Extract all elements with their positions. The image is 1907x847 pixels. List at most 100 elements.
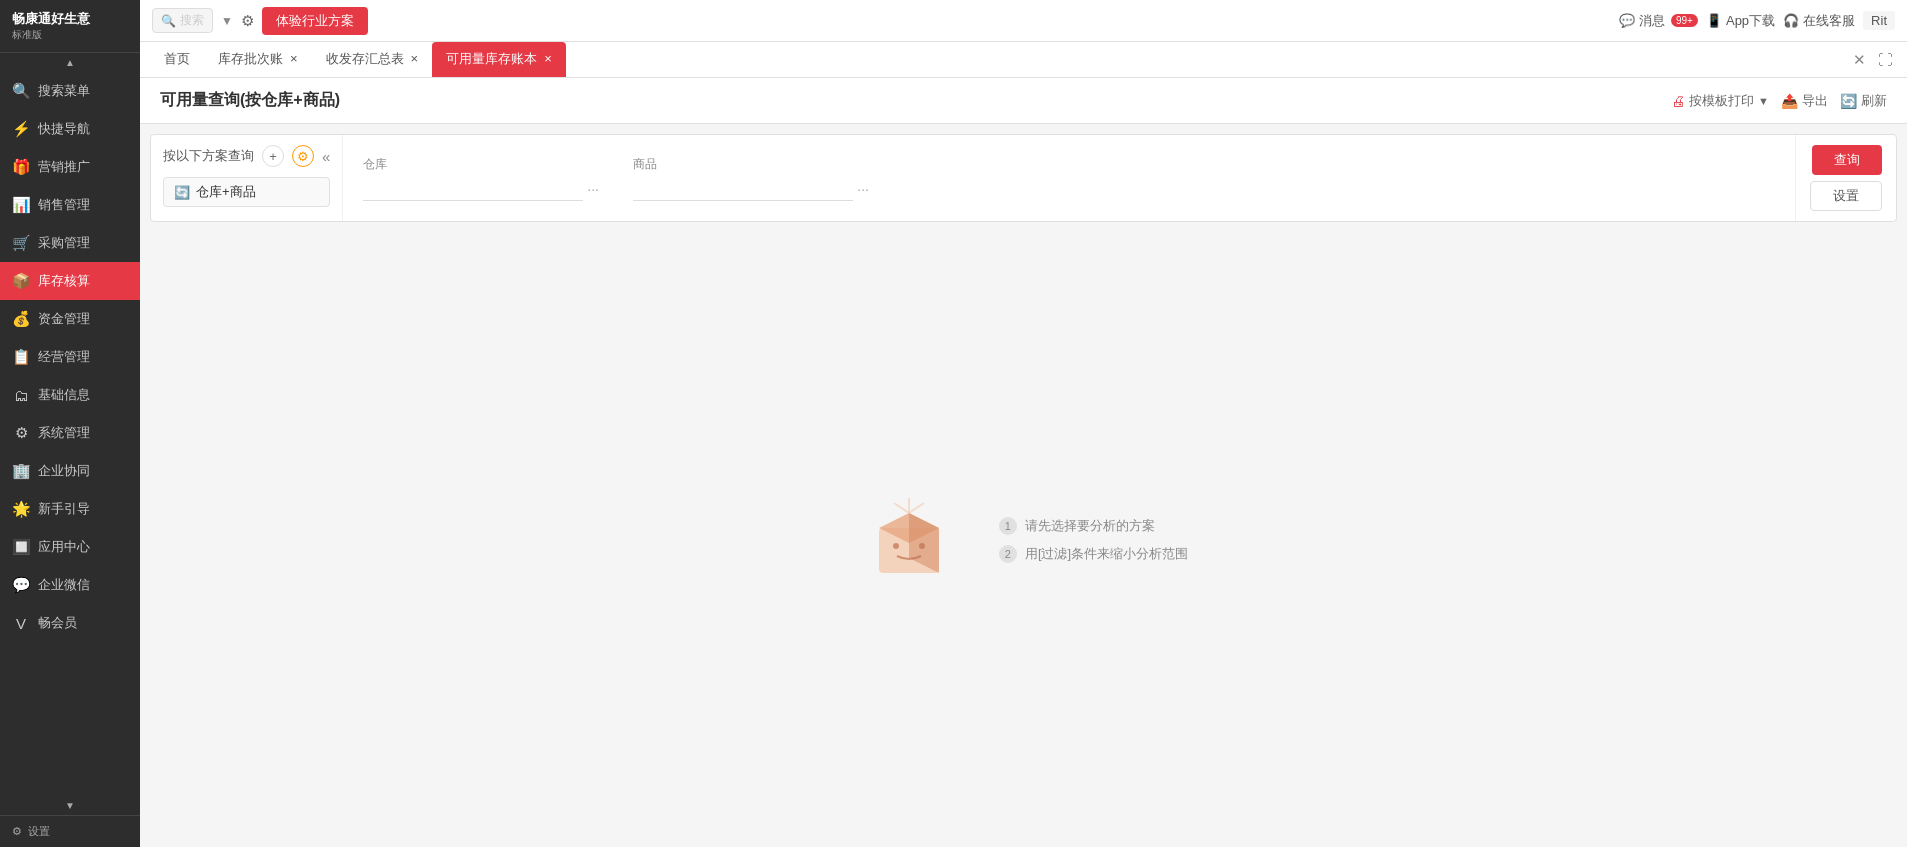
sidebar-item-label: 销售管理 bbox=[38, 196, 90, 214]
empty-state-inner: 1 请先选择要分析的方案 2 用[过滤]条件来缩小分析范围 bbox=[859, 488, 1188, 591]
product-input[interactable] bbox=[633, 177, 853, 201]
content-area: 可用量查询(按仓库+商品) 🖨 按模板打印 ▼ 📤 导出 🔄 刷新 bbox=[140, 78, 1907, 847]
sidebar-item-system[interactable]: ⚙ 系统管理 bbox=[0, 414, 140, 452]
export-label: 导出 bbox=[1802, 92, 1828, 110]
print-dropdown-icon[interactable]: ▼ bbox=[1758, 95, 1769, 107]
sidebar-item-shortcut[interactable]: ⚡ 快捷导航 bbox=[0, 110, 140, 148]
empty-tip-1: 1 请先选择要分析的方案 bbox=[999, 517, 1188, 535]
app-name: 畅康通好生意 bbox=[12, 10, 128, 28]
filter-add-btn[interactable]: + bbox=[262, 145, 284, 167]
sidebar-item-basic[interactable]: 🗂 基础信息 bbox=[0, 376, 140, 414]
refresh-action[interactable]: 🔄 刷新 bbox=[1840, 92, 1887, 110]
tab-batch-ledger[interactable]: 库存批次账 × bbox=[204, 42, 312, 77]
sidebar-header: 畅康通好生意 标准版 bbox=[0, 0, 140, 53]
filter-actions: 查询 设置 bbox=[1795, 135, 1896, 221]
svg-line-5 bbox=[894, 503, 909, 513]
cart-icon: 🛒 bbox=[12, 234, 30, 252]
tab-home[interactable]: 首页 bbox=[150, 42, 204, 77]
tab-close-all-icon[interactable]: ✕ bbox=[1849, 51, 1870, 69]
sidebar-scroll-down[interactable]: ▼ bbox=[0, 796, 140, 815]
tip-text-1: 请先选择要分析的方案 bbox=[1025, 517, 1155, 535]
sidebar-item-inventory[interactable]: 📦 库存核算 bbox=[0, 262, 140, 300]
filter-title: 按以下方案查询 bbox=[163, 147, 254, 165]
print-label: 按模板打印 bbox=[1689, 92, 1754, 110]
sidebar: 畅康通好生意 标准版 ▲ 🔍 搜索菜单 ⚡ 快捷导航 🎁 营销推广 📊 销售管理… bbox=[0, 0, 140, 847]
warehouse-field: 仓库 ··· bbox=[363, 156, 603, 201]
page-header-actions: 🖨 按模板打印 ▼ 📤 导出 🔄 刷新 bbox=[1671, 92, 1887, 110]
warehouse-more-btn[interactable]: ··· bbox=[587, 181, 599, 197]
sidebar-item-label: 营销推广 bbox=[38, 158, 90, 176]
empty-svg bbox=[859, 488, 959, 588]
sidebar-item-finance[interactable]: 💰 资金管理 bbox=[0, 300, 140, 338]
product-input-row: ··· bbox=[633, 177, 873, 201]
empty-illustration bbox=[859, 488, 959, 591]
star-icon: 🌟 bbox=[12, 500, 30, 518]
sidebar-item-wechat[interactable]: 💬 企业微信 bbox=[0, 566, 140, 604]
sidebar-item-search[interactable]: 🔍 搜索菜单 bbox=[0, 72, 140, 110]
export-action[interactable]: 📤 导出 bbox=[1781, 92, 1828, 110]
sidebar-item-sales[interactable]: 📊 销售管理 bbox=[0, 186, 140, 224]
sidebar-item-apps[interactable]: 🔲 应用中心 bbox=[0, 528, 140, 566]
tab-maximize-icon[interactable]: ⛶ bbox=[1874, 51, 1897, 68]
app-tag: 标准版 bbox=[12, 28, 128, 42]
export-icon: 📤 bbox=[1781, 93, 1798, 109]
sidebar-item-label: 采购管理 bbox=[38, 234, 90, 252]
scheme-label: 仓库+商品 bbox=[196, 183, 256, 201]
empty-state: 1 请先选择要分析的方案 2 用[过滤]条件来缩小分析范围 bbox=[140, 232, 1907, 847]
sidebar-item-label: 新手引导 bbox=[38, 500, 90, 518]
sidebar-scroll-up[interactable]: ▲ bbox=[0, 53, 140, 72]
empty-tip-2: 2 用[过滤]条件来缩小分析范围 bbox=[999, 545, 1188, 563]
topbar-app-download[interactable]: 📱 App下载 bbox=[1706, 12, 1775, 30]
chart-icon: 📊 bbox=[12, 196, 30, 214]
app-download-label: App下载 bbox=[1726, 12, 1775, 30]
sidebar-item-operations[interactable]: 📋 经营管理 bbox=[0, 338, 140, 376]
tab-receipt-summary-close[interactable]: × bbox=[411, 51, 419, 66]
tab-available-ledger-close[interactable]: × bbox=[544, 51, 552, 66]
filter-settings-btn[interactable]: ⚙ bbox=[292, 145, 314, 167]
tab-batch-ledger-close[interactable]: × bbox=[290, 51, 298, 66]
phone-icon: 📱 bbox=[1706, 13, 1722, 28]
topbar-username[interactable]: Rit bbox=[1863, 11, 1895, 30]
sidebar-item-purchase[interactable]: 🛒 采购管理 bbox=[0, 224, 140, 262]
refresh-icon: 🔄 bbox=[1840, 93, 1857, 109]
tip-num-2: 2 bbox=[999, 545, 1017, 563]
warehouse-input[interactable] bbox=[363, 177, 583, 201]
tab-available-ledger[interactable]: 可用量库存账本 × bbox=[432, 42, 566, 77]
sidebar-item-member[interactable]: V 畅会员 bbox=[0, 604, 140, 642]
sidebar-item-label: 基础信息 bbox=[38, 386, 90, 404]
sidebar-item-label: 快捷导航 bbox=[38, 120, 90, 138]
sidebar-item-marketing[interactable]: 🎁 营销推广 bbox=[0, 148, 140, 186]
topbar-online-service[interactable]: 🎧 在线客服 bbox=[1783, 12, 1855, 30]
topbar: 🔍 搜索 ▼ ⚙ 体验行业方案 💬 消息 99+ 📱 App下载 🎧 在线客服 … bbox=[140, 0, 1907, 42]
print-action[interactable]: 🖨 按模板打印 ▼ bbox=[1671, 92, 1769, 110]
query-button[interactable]: 查询 bbox=[1812, 145, 1882, 175]
sidebar-footer[interactable]: ⚙ 设置 bbox=[0, 815, 140, 847]
sidebar-item-label: 系统管理 bbox=[38, 424, 90, 442]
filter-scheme-warehouse-product[interactable]: 🔄 仓库+商品 bbox=[163, 177, 330, 207]
topbar-search[interactable]: 🔍 搜索 bbox=[152, 8, 213, 33]
topbar-dropdown-icon[interactable]: ▼ bbox=[221, 14, 233, 28]
tab-receipt-summary-label: 收发存汇总表 bbox=[326, 50, 404, 68]
sidebar-item-label: 应用中心 bbox=[38, 538, 90, 556]
sidebar-item-label: 库存核算 bbox=[38, 272, 90, 290]
topbar-message[interactable]: 💬 消息 99+ bbox=[1619, 12, 1698, 30]
apps-icon: 🔲 bbox=[12, 538, 30, 556]
wechat-icon: 💬 bbox=[12, 576, 30, 594]
filter-settings-button[interactable]: 设置 bbox=[1810, 181, 1882, 211]
sidebar-menu: 🔍 搜索菜单 ⚡ 快捷导航 🎁 营销推广 📊 销售管理 🛒 采购管理 📦 库存核… bbox=[0, 72, 140, 796]
sidebar-item-enterprise[interactable]: 🏢 企业协同 bbox=[0, 452, 140, 490]
warehouse-label: 仓库 bbox=[363, 156, 603, 173]
filter-collapse-btn[interactable]: « bbox=[322, 148, 330, 165]
topbar-search-icon: 🔍 bbox=[161, 14, 176, 28]
sidebar-item-guide[interactable]: 🌟 新手引导 bbox=[0, 490, 140, 528]
product-more-btn[interactable]: ··· bbox=[857, 181, 869, 197]
industry-solution-button[interactable]: 体验行业方案 bbox=[262, 7, 368, 35]
report-icon: 📋 bbox=[12, 348, 30, 366]
topbar-gear-icon[interactable]: ⚙ bbox=[241, 12, 254, 30]
message-badge: 99+ bbox=[1671, 14, 1698, 27]
settings-icon: ⚙ bbox=[12, 825, 22, 838]
tab-receipt-summary[interactable]: 收发存汇总表 × bbox=[312, 42, 433, 77]
filter-fields-area: 仓库 ··· 商品 ··· bbox=[343, 135, 1795, 221]
tab-available-ledger-label: 可用量库存账本 bbox=[446, 50, 537, 68]
building-icon: 🏢 bbox=[12, 462, 30, 480]
